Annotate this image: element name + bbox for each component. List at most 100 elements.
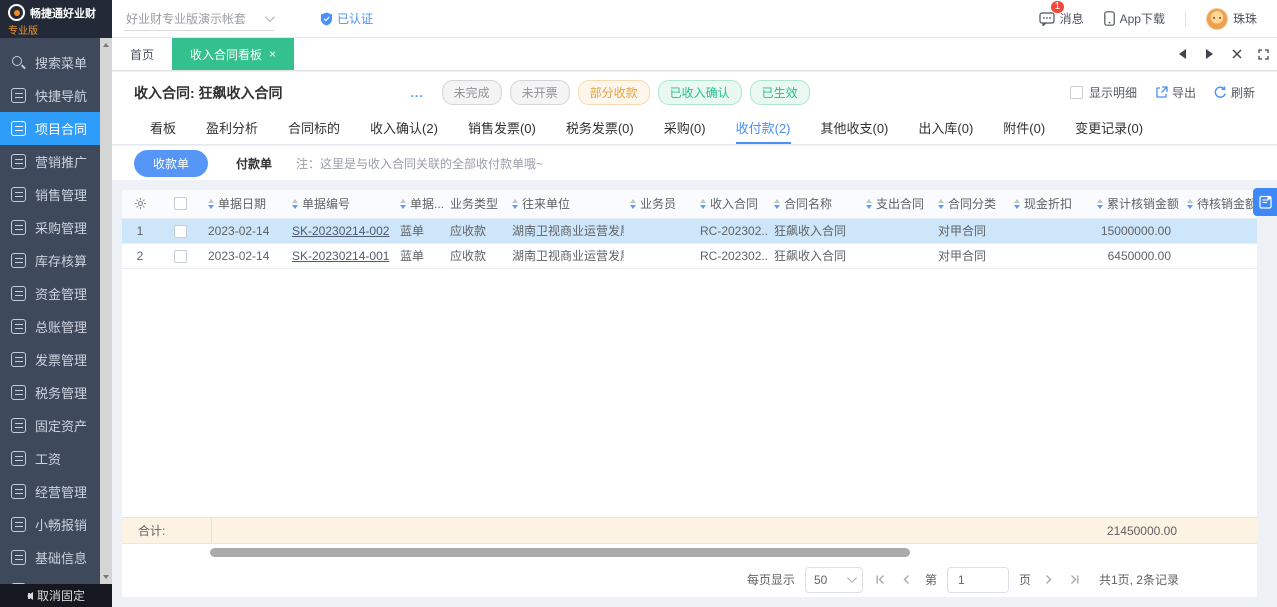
workspace-tab[interactable]: 首页 xyxy=(112,38,172,70)
col-header-partner[interactable]: 往来单位 xyxy=(506,190,624,219)
sort-icon[interactable] xyxy=(400,198,406,209)
side-panel-toggle-button[interactable] xyxy=(1253,188,1277,216)
last-page-button[interactable] xyxy=(1067,572,1083,588)
sort-icon[interactable] xyxy=(938,198,944,209)
payments-table-panel: 单据日期 单据编号 单据... 业务类型 往来单位 业务员 收入合同 合同名称 支出合同 合同分类… xyxy=(122,190,1257,597)
app-download-button[interactable]: App下载 xyxy=(1103,10,1165,27)
tab-采购(0)[interactable]: 采购(0) xyxy=(664,113,706,144)
sort-icon[interactable] xyxy=(512,198,518,209)
table-row[interactable]: 2 2023-02-14 SK-20230214-001 蓝单 应收款 湖南卫视商业运营发… xyxy=(122,243,1257,269)
sort-icon[interactable] xyxy=(630,198,636,209)
column-settings-gear-icon[interactable] xyxy=(134,197,147,210)
sort-icon[interactable] xyxy=(1096,198,1103,209)
messages-label: 消息 xyxy=(1059,12,1084,26)
tab-其他收支(0)[interactable]: 其他收支(0) xyxy=(821,113,889,144)
col-header-salesman[interactable]: 业务员 xyxy=(624,190,694,219)
topbar: 好业财专业版演示帐套 已认证 消息 1 App下载 珠珠 xyxy=(112,0,1277,38)
sidebar-item-label: 小畅报销 xyxy=(35,518,88,533)
tab-盈利分析[interactable]: 盈利分析 xyxy=(206,113,258,144)
sidebar-item-purchase[interactable]: 采购管理 xyxy=(0,211,100,244)
select-all-checkbox[interactable] xyxy=(173,197,187,211)
scroll-up-icon[interactable] xyxy=(103,43,109,47)
tab-销售发票(0)[interactable]: 销售发票(0) xyxy=(468,113,536,144)
tab-附件(0)[interactable]: 附件(0) xyxy=(1003,113,1045,144)
subtab-付款单[interactable]: 付款单 xyxy=(236,155,272,172)
first-page-button[interactable] xyxy=(873,572,889,588)
col-header-contract_name[interactable]: 合同名称 xyxy=(768,190,860,219)
col-header-written_off_amount[interactable]: 累计核销金额 xyxy=(1080,190,1185,219)
tab-税务发票(0)[interactable]: 税务发票(0) xyxy=(566,113,634,144)
sidebar-item-inventory[interactable]: 库存核算 xyxy=(0,244,100,277)
verified-label: 已认证 xyxy=(337,12,374,26)
col-header-cash_discount[interactable]: 现金折扣 xyxy=(1008,190,1080,219)
sidebar-item-contract[interactable]: 项目合同 xyxy=(0,112,100,145)
table-row[interactable]: 1 2023-02-14 SK-20230214-002 蓝单 应收款 湖南卫视商业运营发… xyxy=(122,218,1257,244)
sidebar-item-ledger[interactable]: 总账管理 xyxy=(0,310,100,343)
col-header-expense_contract[interactable]: 支出合同 xyxy=(860,190,932,219)
sidebar-item-label: 营销推广 xyxy=(35,155,88,170)
close-tab-icon[interactable]: × xyxy=(269,47,276,61)
sort-icon[interactable] xyxy=(700,198,706,209)
per-page-select[interactable]: 50 xyxy=(804,566,863,593)
sort-icon[interactable] xyxy=(866,198,872,209)
sort-icon[interactable] xyxy=(208,198,214,209)
row-checkbox[interactable] xyxy=(173,224,187,238)
sidebar-item-home[interactable]: 快捷导航 xyxy=(0,79,100,112)
search-icon xyxy=(11,55,26,70)
sidebar-item-sales[interactable]: 销售管理 xyxy=(0,178,100,211)
sidebar-item-invoice[interactable]: 发票管理 xyxy=(0,343,100,376)
tab-scroll-right-button[interactable] xyxy=(1196,38,1223,70)
messages-button[interactable]: 消息 1 xyxy=(1039,1,1084,27)
workspace-tab[interactable]: 收入合同看板 × xyxy=(172,38,295,70)
sidebar-item-assets[interactable]: 固定资产 xyxy=(0,409,100,442)
sort-icon[interactable] xyxy=(774,198,780,209)
tab-收入确认(2)[interactable]: 收入确认(2) xyxy=(370,113,438,144)
user-menu[interactable]: 珠珠 xyxy=(1205,7,1257,30)
sidebar-item-funds[interactable]: 资金管理 xyxy=(0,277,100,310)
sort-icon[interactable] xyxy=(1186,198,1193,209)
doc-no-link[interactable]: SK-20230214-002 xyxy=(292,224,389,238)
prev-page-button[interactable] xyxy=(899,572,915,588)
sidebar-item-system[interactable]: 系统管理 xyxy=(0,574,100,584)
account-selector[interactable]: 好业财专业版演示帐套 xyxy=(124,7,275,31)
tab-收付款(2)[interactable]: 收付款(2) xyxy=(735,113,791,144)
col-header-income_contract[interactable]: 收入合同 xyxy=(694,190,768,219)
sidebar-item-business[interactable]: 经营管理 xyxy=(0,475,100,508)
page-number-input[interactable]: 1 xyxy=(946,566,1009,593)
subtab-收款单[interactable]: 收款单 xyxy=(134,149,209,177)
sidebar-scrollbar[interactable] xyxy=(100,38,112,584)
sidebar-item-search[interactable]: 搜索菜单 xyxy=(0,46,100,79)
tab-合同标的[interactable]: 合同标的 xyxy=(288,113,340,144)
doc-no-link[interactable]: SK-20230214-001 xyxy=(292,249,389,263)
tab-fullscreen-button[interactable] xyxy=(1250,38,1277,70)
tab-scroll-left-button[interactable] xyxy=(1169,38,1196,70)
col-header-doc_status[interactable]: 单据... xyxy=(394,190,444,219)
tab-变更记录(0)[interactable]: 变更记录(0) xyxy=(1075,113,1143,144)
horizontal-scrollbar-thumb[interactable] xyxy=(210,548,910,557)
cell-date: 2023-02-14 xyxy=(202,243,286,269)
scroll-down-icon[interactable] xyxy=(103,575,109,579)
sidebar-item-reimburse[interactable]: 小畅报销 xyxy=(0,508,100,541)
tab-出入库(0)[interactable]: 出入库(0) xyxy=(918,113,973,144)
sidebar-item-payroll[interactable]: 工资 xyxy=(0,442,100,475)
sidebar-item-tax[interactable]: 税务管理 xyxy=(0,376,100,409)
more-actions-button[interactable]: ... xyxy=(411,86,424,100)
sidebar-item-baseinfo[interactable]: 基础信息 xyxy=(0,541,100,574)
tab-看板[interactable]: 看板 xyxy=(150,113,176,144)
col-header-pending_amount[interactable]: 待核销金额 xyxy=(1185,190,1257,219)
sort-icon[interactable] xyxy=(292,198,298,209)
checkbox-icon xyxy=(1069,86,1083,99)
column-label: 合同分类 xyxy=(948,197,997,212)
tab-close-button[interactable] xyxy=(1223,38,1250,70)
show-detail-checkbox[interactable]: 显示明细 xyxy=(1069,84,1137,101)
col-header-contract_category[interactable]: 合同分类 xyxy=(932,190,1008,219)
refresh-button[interactable]: 刷新 xyxy=(1214,84,1255,101)
sidebar-item-promotion[interactable]: 营销推广 xyxy=(0,145,100,178)
unpin-sidebar-button[interactable]: 取消固定 xyxy=(0,584,112,607)
export-button[interactable]: 导出 xyxy=(1155,84,1196,101)
sort-icon[interactable] xyxy=(1014,198,1020,209)
col-header-date[interactable]: 单据日期 xyxy=(202,190,286,219)
row-checkbox[interactable] xyxy=(173,249,187,263)
next-page-button[interactable] xyxy=(1041,572,1057,588)
col-header-doc_no[interactable]: 单据编号 xyxy=(286,190,394,219)
